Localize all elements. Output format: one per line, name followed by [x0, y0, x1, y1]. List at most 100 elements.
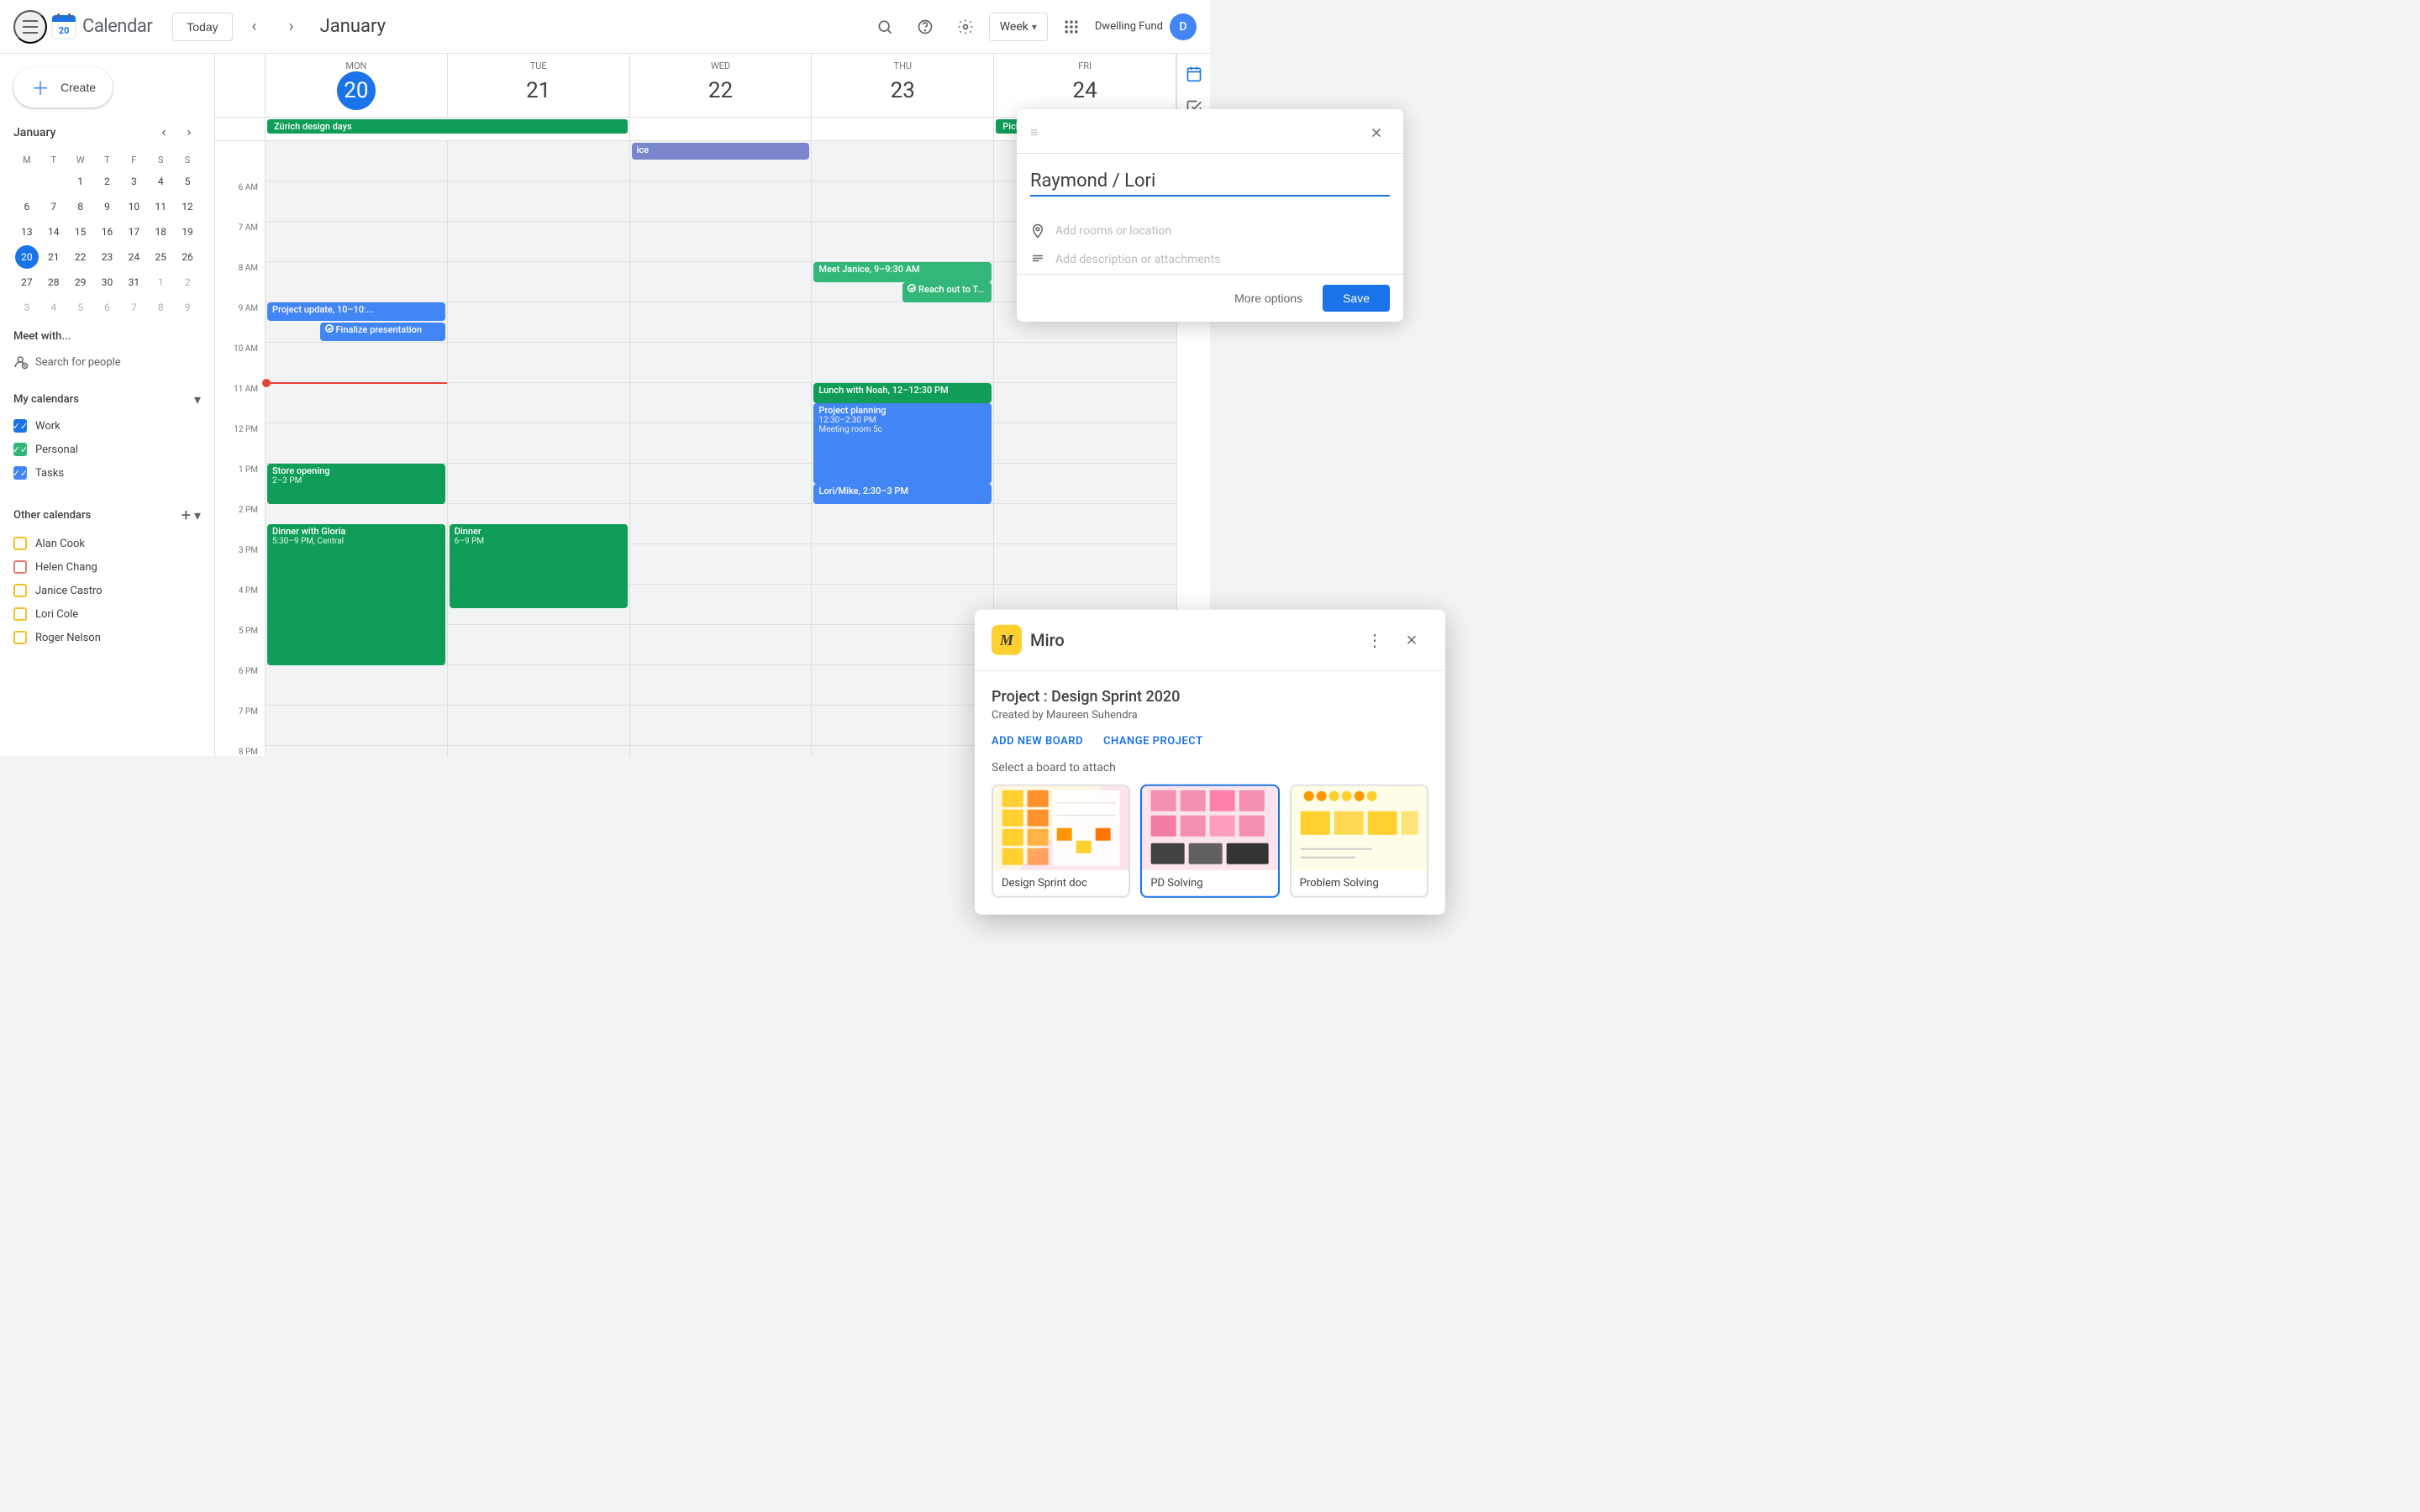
lori-cole-checkbox[interactable]: [13, 607, 27, 621]
calendar-item-helen-chang[interactable]: Helen Chang: [0, 555, 214, 579]
miro-change-project-link[interactable]: CHANGE PROJECT: [1103, 735, 1203, 748]
mini-cal-day[interactable]: 7: [122, 296, 145, 319]
event-ice[interactable]: ice: [632, 143, 810, 160]
mini-cal-today[interactable]: 20: [15, 245, 39, 269]
apps-button[interactable]: [1055, 10, 1088, 44]
miro-board-pd-solving[interactable]: PD Solving: [1140, 785, 1279, 898]
save-button[interactable]: Save: [1323, 285, 1390, 312]
event-lunch-noah[interactable]: Lunch with Noah, 12–12:30 PM: [813, 383, 992, 403]
work-checkbox[interactable]: ✓: [13, 419, 27, 433]
mini-cal-day[interactable]: 1: [69, 170, 92, 193]
event-dinner-cont[interactable]: Dinner 6–9 PM: [450, 524, 628, 608]
mini-cal-day[interactable]: 5: [176, 170, 199, 193]
header-wed[interactable]: WED 22: [630, 54, 813, 117]
mini-cal-day[interactable]: 1: [149, 270, 172, 294]
event-meet-janice[interactable]: Meet Janice, 9–9:30 AM: [813, 262, 992, 282]
mini-cal-day[interactable]: 19: [176, 220, 199, 244]
allday-event-zurich[interactable]: Zürich design days: [267, 119, 628, 134]
mini-cal-day[interactable]: [15, 170, 39, 193]
mini-cal-day[interactable]: 14: [42, 220, 66, 244]
mini-cal-day[interactable]: 23: [95, 245, 118, 269]
roger-nelson-checkbox[interactable]: [13, 631, 27, 644]
mini-cal-day[interactable]: 16: [95, 220, 118, 244]
miro-modal[interactable]: M Miro ⋮ Project : Design Sprint 2020 Cr…: [975, 610, 1445, 915]
event-store-opening[interactable]: Store opening 2–3 PM: [267, 464, 445, 504]
miro-close-button[interactable]: [1395, 623, 1428, 657]
helen-chang-checkbox[interactable]: [13, 560, 27, 574]
mini-cal-day[interactable]: 6: [95, 296, 118, 319]
mini-cal-day[interactable]: 4: [42, 296, 66, 319]
search-people-row[interactable]: Search for people: [0, 346, 214, 378]
mini-cal-day[interactable]: 25: [149, 245, 172, 269]
view-selector[interactable]: Week ▾: [989, 13, 1048, 41]
mini-cal-day[interactable]: 31: [122, 270, 145, 294]
event-lori-mike[interactable]: Lori/Mike, 2:30–3 PM: [813, 484, 992, 504]
mini-cal-day[interactable]: 15: [69, 220, 92, 244]
tasks-checkbox[interactable]: ✓: [13, 466, 27, 480]
header-fri[interactable]: FRI 24: [994, 54, 1176, 117]
more-options-button[interactable]: More options: [1221, 285, 1316, 312]
event-project-planning[interactable]: Project planning 12:30–2:30 PM Meeting r…: [813, 403, 992, 484]
calendar-item-tasks[interactable]: ✓ Tasks: [0, 461, 214, 485]
event-dinner-gloria[interactable]: Dinner with Gloria 5:30–9 PM, Central: [267, 524, 445, 665]
header-tue[interactable]: TUE 21: [448, 54, 630, 117]
miro-add-board-link[interactable]: ADD NEW BOARD: [992, 735, 1083, 748]
mini-cal-day[interactable]: 22: [69, 245, 92, 269]
mini-cal-prev[interactable]: ‹: [152, 121, 176, 144]
next-button[interactable]: ›: [276, 12, 307, 42]
mini-cal-day[interactable]: 18: [149, 220, 172, 244]
my-calendars-header[interactable]: My calendars ▾: [0, 385, 214, 414]
mini-cal-next[interactable]: ›: [177, 121, 201, 144]
qem-event-name[interactable]: Raymond / Lori: [1030, 167, 1390, 197]
add-calendar-icon[interactable]: +: [182, 505, 191, 525]
mini-cal-day[interactable]: 30: [95, 270, 118, 294]
janice-castro-checkbox[interactable]: [13, 584, 27, 597]
miro-board-problem-solving[interactable]: Problem Solving: [1290, 785, 1428, 898]
header-mon[interactable]: MON 20: [266, 54, 448, 117]
calendar-item-alan-cook[interactable]: Alan Cook: [0, 532, 214, 555]
mini-cal-day[interactable]: 9: [176, 296, 199, 319]
calendar-item-work[interactable]: ✓ Work: [0, 414, 214, 438]
mini-cal-day[interactable]: 21: [42, 245, 66, 269]
today-button[interactable]: Today: [172, 13, 232, 41]
mini-cal-day[interactable]: 2: [95, 170, 118, 193]
mini-cal-day[interactable]: 13: [15, 220, 39, 244]
alan-cook-checkbox[interactable]: [13, 537, 27, 550]
other-calendars-header[interactable]: Other calendars + ▾: [0, 498, 214, 532]
prev-button[interactable]: ‹: [239, 12, 270, 42]
mini-cal-day[interactable]: 11: [149, 195, 172, 218]
location-placeholder[interactable]: Add rooms or location: [1055, 224, 1171, 238]
calendar-item-personal[interactable]: ✓ Personal: [0, 438, 214, 461]
mini-cal-day[interactable]: 3: [122, 170, 145, 193]
mini-cal-day[interactable]: 8: [69, 195, 92, 218]
calendar-item-janice-castro[interactable]: Janice Castro: [0, 579, 214, 602]
mini-cal-day[interactable]: 3: [15, 296, 39, 319]
event-reach-out-tom[interactable]: Reach out to Tom, 9:30 AM: [902, 282, 992, 302]
desc-placeholder[interactable]: Add description or attachments: [1055, 253, 1220, 266]
search-button[interactable]: [868, 10, 902, 44]
event-finalize-presentation[interactable]: Finalize presentation: [320, 323, 445, 341]
right-sidebar-calendar-btn[interactable]: [1181, 60, 1207, 87]
mini-cal-day[interactable]: 4: [149, 170, 172, 193]
mini-cal-day[interactable]: 27: [15, 270, 39, 294]
mini-cal-day[interactable]: 8: [149, 296, 172, 319]
calendar-item-lori-cole[interactable]: Lori Cole: [0, 602, 214, 626]
mini-cal-day[interactable]: 12: [176, 195, 199, 218]
mini-cal-day[interactable]: [42, 170, 66, 193]
mini-cal-day[interactable]: 24: [122, 245, 145, 269]
mini-cal-day[interactable]: 29: [69, 270, 92, 294]
personal-checkbox[interactable]: ✓: [13, 443, 27, 456]
event-project-update[interactable]: Project update, 10–10:...: [267, 302, 445, 321]
mini-cal-day[interactable]: 28: [42, 270, 66, 294]
mini-cal-day[interactable]: 10: [122, 195, 145, 218]
mini-cal-day[interactable]: 5: [69, 296, 92, 319]
header-thu[interactable]: THU 23: [812, 54, 994, 117]
settings-button[interactable]: [949, 10, 982, 44]
menu-button[interactable]: [13, 10, 47, 44]
calendar-item-roger-nelson[interactable]: Roger Nelson: [0, 626, 214, 649]
qem-close-button[interactable]: [1363, 119, 1390, 146]
help-button[interactable]: [908, 10, 942, 44]
account-area[interactable]: Dwelling Fund D: [1095, 13, 1197, 40]
create-button[interactable]: ＋ Create: [13, 67, 113, 108]
mini-cal-day[interactable]: 7: [42, 195, 66, 218]
